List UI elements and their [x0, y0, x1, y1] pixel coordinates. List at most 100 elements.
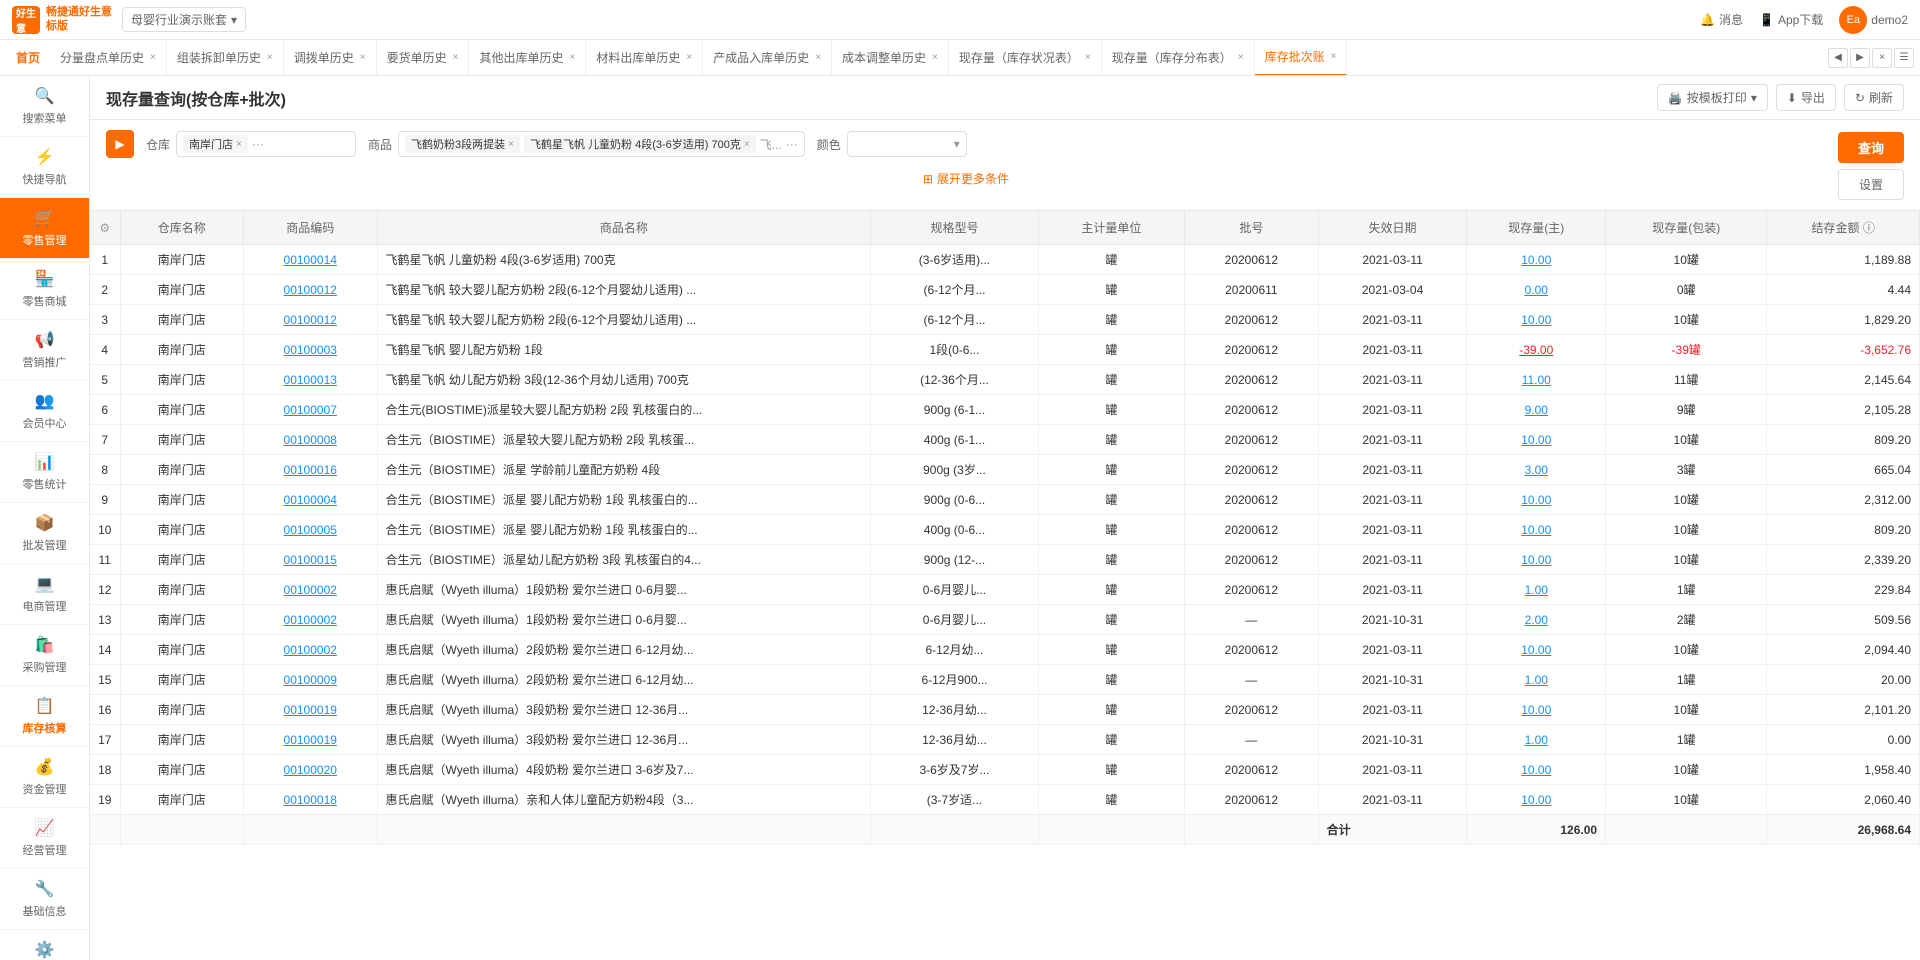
row-qty-main[interactable]: 2.00 [1467, 605, 1606, 635]
close-tab-0[interactable]: × [150, 52, 156, 63]
nav-tab-0[interactable]: 分量盘点单历史 × [50, 40, 167, 76]
print-button[interactable]: 🖨️ 按模板打印 ▾ [1657, 84, 1768, 111]
row-qty-main[interactable]: 9.00 [1467, 395, 1606, 425]
nav-tab-7[interactable]: 成本调整单历史 × [832, 40, 949, 76]
nav-tab-10[interactable]: 库存批次账 × [1255, 40, 1348, 76]
warehouse-tag-close-0[interactable]: × [236, 139, 242, 150]
expand-left-btn[interactable]: ▶ [106, 130, 134, 158]
query-button[interactable]: 查询 [1838, 132, 1904, 163]
close-tab-10[interactable]: × [1331, 51, 1337, 62]
sidebar-item-marketing[interactable]: 📢 营销推广 [0, 320, 89, 381]
row-qty-main[interactable]: 11.00 [1467, 365, 1606, 395]
sidebar-item-ops[interactable]: 📈 经营管理 [0, 808, 89, 869]
row-code[interactable]: 00100004 [243, 485, 377, 515]
row-code[interactable]: 00100002 [243, 635, 377, 665]
close-tab-2[interactable]: × [360, 52, 366, 63]
row-code[interactable]: 00100003 [243, 335, 377, 365]
row-qty-main[interactable]: 3.00 [1467, 455, 1606, 485]
sidebar-item-member[interactable]: 👥 会员中心 [0, 381, 89, 442]
row-qty-main[interactable]: 10.00 [1467, 425, 1606, 455]
refresh-button[interactable]: ↻ 刷新 [1844, 84, 1904, 111]
close-tab-7[interactable]: × [932, 52, 938, 63]
row-code[interactable]: 00100002 [243, 605, 377, 635]
nav-tab-2[interactable]: 调拨单历史 × [284, 40, 377, 76]
nav-tab-5[interactable]: 材料出库单历史 × [586, 40, 703, 76]
row-code[interactable]: 00100008 [243, 425, 377, 455]
nav-tab-9[interactable]: 现存量（库存分布表） × [1102, 40, 1255, 76]
nav-tab-8[interactable]: 现存量（库存状况表） × [949, 40, 1102, 76]
table-settings-icon[interactable]: ⚙ [99, 221, 110, 235]
row-qty-main[interactable]: -39.00 [1467, 335, 1606, 365]
sidebar-item-inventory[interactable]: 📋 库存核算 [0, 686, 89, 747]
row-code[interactable]: 00100019 [243, 725, 377, 755]
row-code[interactable]: 00100013 [243, 365, 377, 395]
nav-prev[interactable]: ◀ [1828, 48, 1848, 68]
product-filter-dots[interactable]: ··· [786, 137, 798, 151]
nav-tab-3[interactable]: 要货单历史 × [377, 40, 470, 76]
close-tab-8[interactable]: × [1085, 52, 1091, 63]
row-qty-main[interactable]: 1.00 [1467, 575, 1606, 605]
sidebar-item-ecommerce[interactable]: 💻 电商管理 [0, 564, 89, 625]
row-code[interactable]: 00100002 [243, 575, 377, 605]
nav-menu[interactable]: ☰ [1894, 48, 1914, 68]
nav-tab-4[interactable]: 其他出库单历史 × [469, 40, 586, 76]
close-tab-6[interactable]: × [815, 52, 821, 63]
row-qty-main[interactable]: 10.00 [1467, 485, 1606, 515]
row-qty-main[interactable]: 10.00 [1467, 755, 1606, 785]
color-filter-input[interactable]: ▾ [847, 131, 967, 157]
row-qty-main[interactable]: 10.00 [1467, 305, 1606, 335]
sidebar-item-retail-stats[interactable]: 📊 零售统计 [0, 442, 89, 503]
close-tab-3[interactable]: × [453, 52, 459, 63]
row-code[interactable]: 00100012 [243, 305, 377, 335]
product-tag-close-1[interactable]: × [744, 139, 750, 150]
product-tag-close-0[interactable]: × [508, 139, 514, 150]
close-tab-1[interactable]: × [267, 52, 273, 63]
product-filter-input[interactable]: 飞鹤奶粉3段两提装 × 飞鹤星飞帆 儿童奶粉 4段(3-6岁适用) 700克 ×… [398, 131, 805, 157]
row-qty-main[interactable]: 1.00 [1467, 665, 1606, 695]
sidebar-item-purchase[interactable]: 🛍️ 采购管理 [0, 625, 89, 686]
sidebar-item-basic[interactable]: 🔧 基础信息 [0, 869, 89, 930]
close-tab-5[interactable]: × [686, 52, 692, 63]
sidebar-item-finance[interactable]: 💰 资金管理 [0, 747, 89, 808]
close-tab-4[interactable]: × [569, 52, 575, 63]
sidebar-item-quick[interactable]: ⚡ 快捷导航 [0, 137, 89, 198]
close-tab-9[interactable]: × [1238, 52, 1244, 63]
sidebar-item-search[interactable]: 🔍 搜索菜单 [0, 76, 89, 137]
row-code[interactable]: 00100014 [243, 245, 377, 275]
row-code[interactable]: 00100020 [243, 755, 377, 785]
row-qty-main[interactable]: 10.00 [1467, 245, 1606, 275]
row-code[interactable]: 00100005 [243, 515, 377, 545]
nav-close[interactable]: × [1872, 48, 1892, 68]
export-button[interactable]: ⬇ 导出 [1776, 84, 1836, 111]
row-qty-main[interactable]: 10.00 [1467, 635, 1606, 665]
row-qty-main[interactable]: 10.00 [1467, 545, 1606, 575]
filter-more-dots[interactable]: ··· [252, 137, 264, 151]
message-btn[interactable]: 🔔 消息 [1700, 11, 1743, 28]
row-qty-main[interactable]: 10.00 [1467, 695, 1606, 725]
settings-button[interactable]: 设置 [1838, 169, 1904, 200]
row-code[interactable]: 00100012 [243, 275, 377, 305]
row-code[interactable]: 00100007 [243, 395, 377, 425]
row-qty-main[interactable]: 10.00 [1467, 785, 1606, 815]
sidebar-item-mall[interactable]: 🏪 零售商城 [0, 259, 89, 320]
user-avatar-area[interactable]: Ea demo2 [1839, 6, 1908, 34]
nav-next[interactable]: ▶ [1850, 48, 1870, 68]
row-code[interactable]: 00100009 [243, 665, 377, 695]
nav-tab-1[interactable]: 组装拆卸单历史 × [167, 40, 284, 76]
nav-tab-6[interactable]: 产成品入库单历史 × [703, 40, 832, 76]
app-download-btn[interactable]: 📱 App下载 [1759, 11, 1823, 28]
expand-more-btn[interactable]: ⊞ 展开更多条件 [106, 170, 1826, 187]
sidebar-item-system[interactable]: ⚙️ 系统管理 [0, 930, 89, 960]
row-code[interactable]: 00100019 [243, 695, 377, 725]
row-qty-main[interactable]: 1.00 [1467, 725, 1606, 755]
row-code[interactable]: 00100015 [243, 545, 377, 575]
row-code[interactable]: 00100018 [243, 785, 377, 815]
sidebar-item-wholesale[interactable]: 📦 批发管理 [0, 503, 89, 564]
sidebar-item-retail[interactable]: 🛒 零售管理 [0, 198, 89, 259]
row-qty-main[interactable]: 0.00 [1467, 275, 1606, 305]
nav-tab-home[interactable]: 首页 [6, 40, 50, 76]
row-code[interactable]: 00100016 [243, 455, 377, 485]
row-qty-main[interactable]: 10.00 [1467, 515, 1606, 545]
store-selector[interactable]: 母婴行业演示账套 ▾ [122, 7, 246, 32]
warehouse-filter-input[interactable]: 南岸门店 × ··· [176, 131, 356, 157]
